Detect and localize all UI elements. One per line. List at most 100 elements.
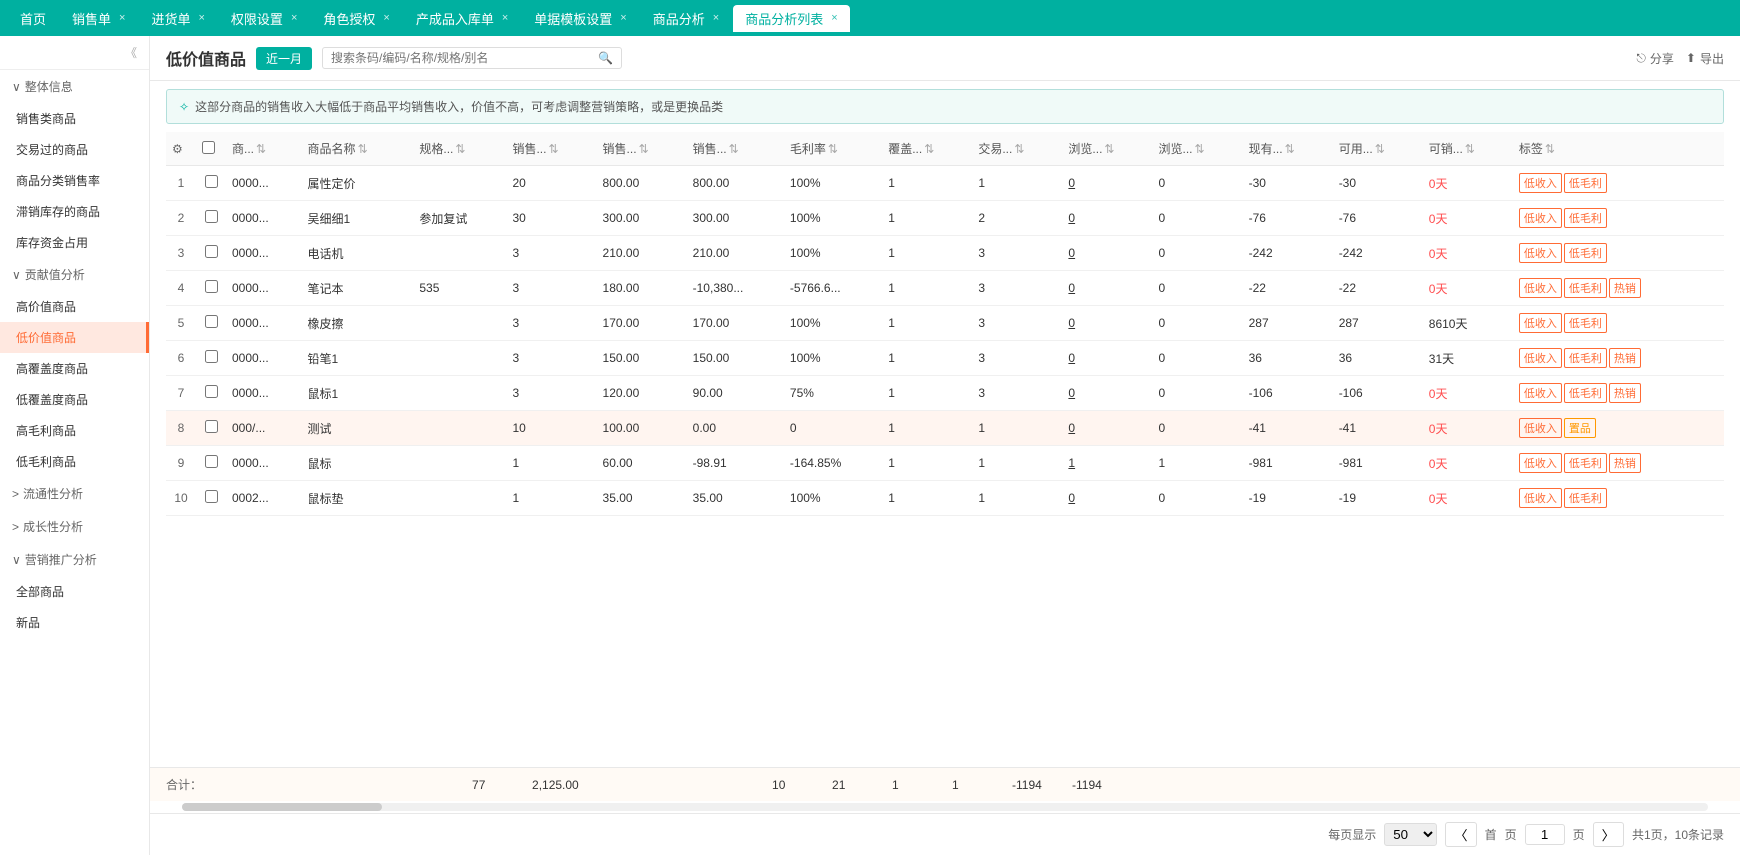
sidebar-item-high-value[interactable]: 高价值商品 bbox=[0, 291, 149, 322]
sidebar-item-low-coverage[interactable]: 低覆盖度商品 bbox=[0, 384, 149, 415]
sidebar-group-growth[interactable]: > 成长性分析 bbox=[0, 510, 149, 543]
sidebar-item-new-products[interactable]: 新品 bbox=[0, 607, 149, 638]
margin-rate: -5766.6... bbox=[784, 271, 882, 306]
sidebar-item-high-coverage[interactable]: 高覆盖度商品 bbox=[0, 353, 149, 384]
sidebar-group-marketing[interactable]: ∨ 营销推广分析 bbox=[0, 543, 149, 576]
per-page-select[interactable]: 50 100 200 bbox=[1384, 823, 1437, 846]
share-button[interactable]: ⎋ 分享 bbox=[1636, 50, 1674, 67]
tag-badge: 置品 bbox=[1564, 418, 1596, 438]
view-count-link[interactable]: 0 bbox=[1068, 351, 1075, 365]
sidebar-item-sales-category[interactable]: 销售类商品 bbox=[0, 103, 149, 134]
export-button[interactable]: ⬆ 导出 bbox=[1686, 50, 1724, 67]
row-checkbox[interactable] bbox=[205, 490, 218, 503]
close-icon[interactable]: × bbox=[291, 12, 297, 24]
total-col2: 2,125.00 bbox=[532, 778, 612, 792]
col-view1: 浏览...⇅ bbox=[1062, 132, 1152, 166]
sidebar-group-overall[interactable]: ∨ 整体信息 bbox=[0, 70, 149, 103]
sidebar-item-high-margin[interactable]: 高毛利商品 bbox=[0, 415, 149, 446]
view-count-link[interactable]: 1 bbox=[1068, 456, 1075, 470]
close-icon[interactable]: × bbox=[198, 12, 204, 24]
sidebar-item-all-products[interactable]: 全部商品 bbox=[0, 576, 149, 607]
sidebar-item-slow-moving[interactable]: 滞销库存的商品 bbox=[0, 196, 149, 227]
tag-badge: 低毛利 bbox=[1564, 278, 1607, 298]
row-number: 4 bbox=[166, 271, 196, 306]
nav-purchase-order[interactable]: 进货单 × bbox=[139, 5, 216, 32]
row-number: 7 bbox=[166, 376, 196, 411]
row-checkbox[interactable] bbox=[205, 420, 218, 433]
view-count-link[interactable]: 0 bbox=[1068, 386, 1075, 400]
row-checkbox[interactable] bbox=[205, 350, 218, 363]
search-input[interactable] bbox=[331, 51, 598, 65]
close-icon[interactable]: × bbox=[502, 12, 508, 24]
view-count-link[interactable]: 0 bbox=[1068, 246, 1075, 260]
view-col2: 0 bbox=[1153, 481, 1243, 516]
row-checkbox-cell bbox=[196, 236, 226, 271]
view-count-link[interactable]: 0 bbox=[1068, 176, 1075, 190]
horizontal-scrollbar[interactable] bbox=[182, 803, 1708, 811]
product-name: 属性定价 bbox=[302, 166, 414, 201]
sidebar-item-inventory-capital[interactable]: 库存资金占用 bbox=[0, 227, 149, 258]
sidebar-collapse-btn[interactable]: 《 bbox=[121, 40, 141, 65]
transaction: 1 bbox=[972, 411, 1062, 446]
main-content: 低价值商品 近一月 🔍 ⎋ 分享 ⬆ 导出 ✧ 这部分商品的销售收入大幅低于商品… bbox=[150, 36, 1740, 855]
scrollbar-thumb[interactable] bbox=[182, 803, 382, 811]
product-code: 0000... bbox=[226, 376, 302, 411]
close-icon[interactable]: × bbox=[620, 12, 626, 24]
product-code: 0002... bbox=[226, 481, 302, 516]
nav-template-settings[interactable]: 单据模板设置 × bbox=[522, 5, 638, 32]
nav-permissions[interactable]: 权限设置 × bbox=[219, 5, 309, 32]
row-checkbox-cell bbox=[196, 201, 226, 236]
view-count-link[interactable]: 0 bbox=[1068, 316, 1075, 330]
sidebar-item-traded[interactable]: 交易过的商品 bbox=[0, 134, 149, 165]
view-count-link[interactable]: 0 bbox=[1068, 281, 1075, 295]
row-checkbox[interactable] bbox=[205, 455, 218, 468]
table-row: 3 0000... 电话机 3 210.00 210.00 100% 1 3 0… bbox=[166, 236, 1724, 271]
view-count-link[interactable]: 0 bbox=[1068, 211, 1075, 225]
col-sales1: 销售...⇅ bbox=[506, 132, 596, 166]
nav-roles[interactable]: 角色授权 × bbox=[311, 5, 401, 32]
last-page-button[interactable]: 〉 bbox=[1593, 822, 1624, 847]
close-icon[interactable]: × bbox=[831, 12, 837, 24]
view-count-link[interactable]: 0 bbox=[1068, 421, 1075, 435]
search-icon[interactable]: 🔍 bbox=[598, 51, 613, 65]
product-code: 0000... bbox=[226, 271, 302, 306]
sales-col3: 170.00 bbox=[687, 306, 784, 341]
nav-product-analysis[interactable]: 商品分析 × bbox=[641, 5, 731, 32]
close-icon[interactable]: × bbox=[119, 12, 125, 24]
view-col1: 0 bbox=[1062, 271, 1152, 306]
product-code: 0000... bbox=[226, 201, 302, 236]
first-page-button[interactable]: 〈 bbox=[1445, 822, 1476, 847]
row-checkbox[interactable] bbox=[205, 315, 218, 328]
view-col1: 0 bbox=[1062, 306, 1152, 341]
row-number: 6 bbox=[166, 341, 196, 376]
row-checkbox[interactable] bbox=[205, 385, 218, 398]
sidebar-item-low-value[interactable]: 低价值商品 bbox=[0, 322, 149, 353]
view-col1: 0 bbox=[1062, 201, 1152, 236]
total-col1: 77 bbox=[472, 778, 532, 792]
sidebar-group-contribution[interactable]: ∨ 贡献值分析 bbox=[0, 258, 149, 291]
nav-home[interactable]: 首页 bbox=[8, 5, 58, 32]
page-input[interactable] bbox=[1525, 824, 1565, 845]
coverage: 1 bbox=[882, 411, 972, 446]
nav-sales-order[interactable]: 销售单 × bbox=[60, 5, 137, 32]
nav-product-analysis-list[interactable]: 商品分析列表 × bbox=[733, 5, 849, 32]
nav-product-inbound[interactable]: 产成品入库单 × bbox=[404, 5, 520, 32]
chevron-right-icon: > bbox=[12, 520, 19, 534]
close-icon[interactable]: × bbox=[383, 12, 389, 24]
view-count-link[interactable]: 0 bbox=[1068, 491, 1075, 505]
row-checkbox[interactable] bbox=[205, 280, 218, 293]
sidebar-item-category-sales-rate[interactable]: 商品分类销售率 bbox=[0, 165, 149, 196]
select-all-checkbox[interactable] bbox=[202, 141, 215, 154]
row-checkbox[interactable] bbox=[205, 210, 218, 223]
row-checkbox[interactable] bbox=[205, 175, 218, 188]
row-checkbox[interactable] bbox=[205, 245, 218, 258]
view-col1: 0 bbox=[1062, 341, 1152, 376]
coverage: 1 bbox=[882, 271, 972, 306]
period-button[interactable]: 近一月 bbox=[256, 47, 312, 70]
table-row: 6 0000... 铅笔1 3 150.00 150.00 100% 1 3 0… bbox=[166, 341, 1724, 376]
close-icon[interactable]: × bbox=[713, 12, 719, 24]
search-box: 🔍 bbox=[322, 47, 622, 69]
sidebar-item-low-margin[interactable]: 低毛利商品 bbox=[0, 446, 149, 477]
column-settings-icon[interactable]: ⚙ bbox=[172, 142, 183, 156]
sidebar-group-liquidity[interactable]: > 流通性分析 bbox=[0, 477, 149, 510]
